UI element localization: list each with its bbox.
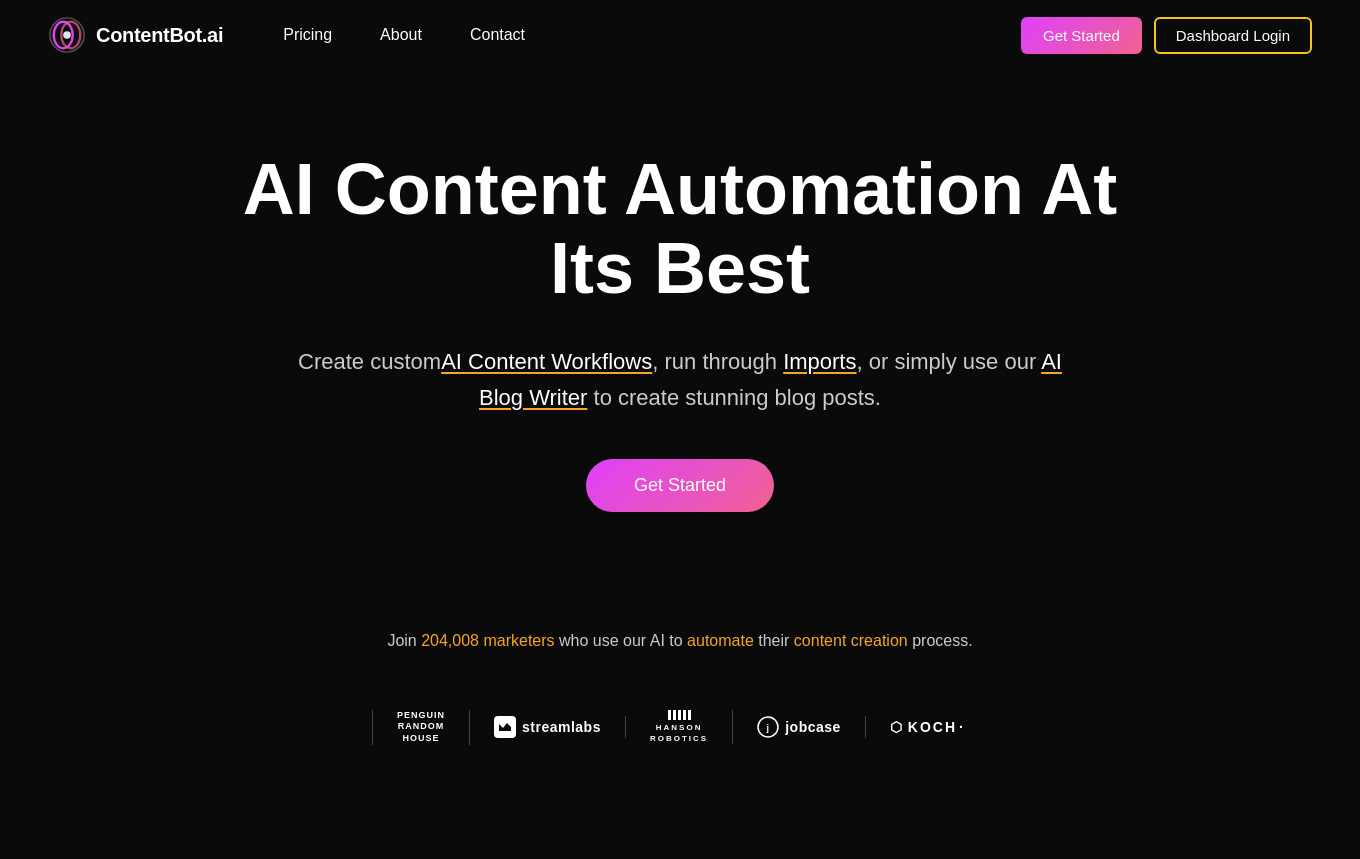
hero-section: AI Content Automation At Its Best Create…	[0, 70, 1360, 572]
hero-title: AI Content Automation At Its Best	[230, 150, 1130, 308]
svg-text:j: j	[766, 723, 770, 733]
nav-right: Get Started Dashboard Login	[1021, 17, 1312, 54]
social-proof-section: Join 204,008 marketers who use our AI to…	[0, 572, 1360, 690]
koch-icon-svg: ⬡	[890, 719, 906, 735]
contentbot-logo-icon	[48, 16, 86, 54]
logos-row: PENGUIN RANDOM HOUSE streamlabs	[372, 710, 988, 745]
svg-point-3	[63, 31, 71, 39]
partner-logos-section: PENGUIN RANDOM HOUSE streamlabs	[0, 690, 1360, 805]
logo-text: ContentBot.ai	[96, 24, 223, 47]
hero-subtitle-text-3: , or simply use our	[856, 349, 1041, 374]
social-proof-automate: automate	[687, 632, 754, 649]
navbar: ContentBot.ai Pricing About Contact Get …	[0, 0, 1360, 70]
hero-subtitle: Create customAI Content Workflows, run t…	[290, 344, 1070, 414]
logo-koch: ⬡ KOCH ·	[866, 719, 988, 735]
nav-link-pricing[interactable]: Pricing	[283, 26, 332, 44]
hero-get-started-button[interactable]: Get Started	[586, 459, 774, 512]
nav-dashboard-login-button[interactable]: Dashboard Login	[1154, 17, 1312, 54]
nav-links: Pricing About Contact	[283, 26, 525, 44]
nav-left: ContentBot.ai Pricing About Contact	[48, 16, 525, 54]
logo-hanson-robotics: HANSON ROBOTICS	[626, 710, 733, 744]
streamlabs-icon	[494, 716, 516, 738]
hero-subtitle-text-1: Create custom	[298, 349, 441, 374]
logo[interactable]: ContentBot.ai	[48, 16, 223, 54]
jobcase-icon-svg: j	[757, 716, 779, 738]
social-proof-mid2: their	[754, 632, 794, 649]
hero-link-workflows[interactable]: AI Content Workflows	[441, 349, 652, 374]
nav-link-contact[interactable]: Contact	[470, 26, 525, 44]
nav-link-about[interactable]: About	[380, 26, 422, 44]
logo-streamlabs: streamlabs	[470, 716, 626, 738]
social-proof-count: 204,008 marketers	[421, 632, 554, 649]
logo-jobcase: j jobcase	[733, 716, 866, 738]
social-proof-mid1: who use our AI to	[555, 632, 688, 649]
hero-subtitle-text-2: , run through	[652, 349, 783, 374]
social-proof-prefix: Join	[387, 632, 421, 649]
hero-subtitle-text-4: to create stunning blog posts.	[587, 385, 881, 410]
nav-get-started-button[interactable]: Get Started	[1021, 17, 1142, 54]
svg-text:⬡: ⬡	[890, 719, 903, 735]
social-proof-suffix: process.	[908, 632, 973, 649]
social-proof-content: content creation	[794, 632, 908, 649]
hero-link-imports[interactable]: Imports	[783, 349, 856, 374]
logo-penguin-random-house: PENGUIN RANDOM HOUSE	[372, 710, 470, 745]
